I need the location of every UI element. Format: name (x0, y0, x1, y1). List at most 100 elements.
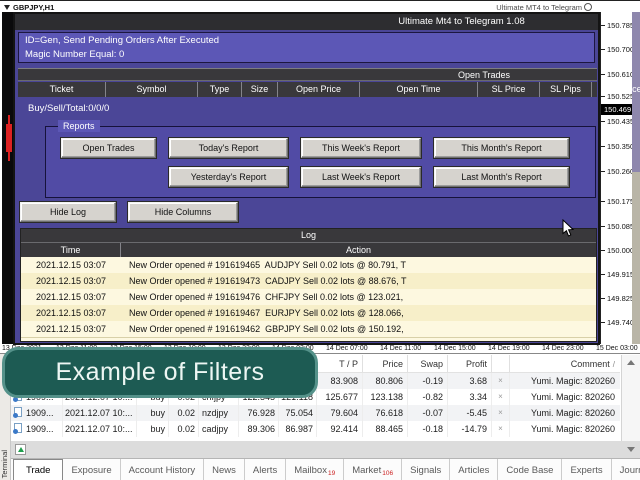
tab-label: Exposure (71, 464, 112, 476)
header-close-spacer (492, 355, 510, 372)
order-sl: 75.054 (279, 405, 317, 421)
ea-info-line1: ID=Gen, Send Pending Orders After Execut… (25, 35, 220, 46)
example-of-filters-badge: Example of Filters (2, 347, 318, 398)
trade-row[interactable]: 1909... 2021.12.07 10:... buy 0.02 nzdjp… (11, 405, 620, 421)
tab-label: News (212, 464, 236, 476)
ea-info-line2: Magic Number Equal: 0 (25, 49, 125, 60)
this-weeks-report-button[interactable]: This Week's Report (300, 137, 422, 159)
close-order-icon[interactable]: × (492, 421, 510, 437)
order-time: 2021.12.07 10:... (63, 421, 137, 437)
reports-legend: Reports (58, 120, 100, 132)
open-trades-header-row: Ticket Symbol Type Size Open Price Open … (18, 82, 640, 97)
close-order-icon[interactable]: × (492, 405, 510, 421)
log-time: 2021.12.15 03:07 (35, 324, 107, 334)
header-swap[interactable]: Swap (408, 355, 448, 372)
tab-experts[interactable]: Experts (562, 459, 612, 480)
log-time: 2021.12.15 03:07 (35, 308, 107, 318)
tab-label: Mailbox (294, 464, 327, 476)
tab-label: Trade (26, 464, 51, 476)
tab-trade[interactable]: Trade (13, 459, 64, 480)
trade-row[interactable]: 1909... 2021.12.07 10:... buy 0.02 cadjp… (11, 421, 620, 437)
scroll-down-button[interactable] (624, 443, 638, 456)
order-document-icon (13, 407, 22, 418)
scroll-up-icon[interactable] (627, 360, 635, 365)
order-number: 1909... (25, 421, 63, 437)
log-action: New Order opened # 191619462 GBPJPY Sell… (129, 324, 404, 334)
terminal-tab-bar: Trade Exposure Account History News Aler… (11, 458, 640, 480)
reports-groupbox: Reports Open Trades Today's Report This … (45, 120, 596, 198)
last-months-report-button[interactable]: Last Month's Report (433, 166, 570, 188)
order-price: 123.138 (363, 389, 408, 405)
tab-code-base[interactable]: Code Base (498, 459, 563, 480)
order-icon-cell (11, 421, 25, 437)
tab-account-history[interactable]: Account History (121, 459, 205, 480)
order-open-price: 89.306 (239, 421, 279, 437)
price-tick: 150.610 (600, 70, 635, 79)
hide-log-button[interactable]: Hide Log (19, 201, 117, 223)
price-tick: 150.260 (600, 167, 635, 176)
header-tp[interactable]: T / P (317, 355, 363, 372)
close-order-icon[interactable]: × (492, 389, 510, 405)
order-comment: Yumi. Magic: 820260 (530, 424, 615, 434)
mt4-window: GBPJPY,H1 Ultimate MT4 to Telegram 150.7… (0, 0, 640, 480)
order-profit: 3.34 (448, 389, 492, 405)
todays-report-button[interactable]: Today's Report (168, 137, 289, 159)
log-col-time: Time (21, 243, 121, 257)
order-tp: 92.414 (317, 421, 363, 437)
open-trades-title-bar: Open Trades (18, 68, 597, 81)
hide-columns-button[interactable]: Hide Columns (127, 201, 239, 223)
tab-articles[interactable]: Articles (450, 459, 499, 480)
time-tick: 14 Dec 15:00 (434, 345, 476, 352)
order-size: 0.02 (169, 421, 199, 437)
log-action: New Order opened # 191619476 CHFJPY Sell… (129, 292, 404, 302)
order-type: buy (137, 421, 169, 437)
header-profit[interactable]: Profit (448, 355, 492, 372)
badge-text: Example of Filters (55, 358, 265, 386)
yesterdays-report-button[interactable]: Yesterday's Report (168, 166, 289, 188)
log-row: 2021.12.15 03:07 New Order opened # 1916… (21, 305, 596, 321)
ea-info-box: ID=Gen, Send Pending Orders After Execut… (18, 32, 595, 63)
log-row: 2021.12.15 03:07 New Order opened # 1916… (21, 289, 596, 305)
time-tick: 14 Dec 11:00 (380, 345, 422, 352)
chart-tab[interactable]: GBPJPY,H1 (4, 3, 54, 12)
scroll-down-icon (627, 447, 635, 452)
mailbox-count-badge: 19 (327, 469, 336, 477)
this-months-report-button[interactable]: This Month's Report (433, 137, 570, 159)
close-order-icon[interactable]: × (492, 373, 510, 389)
tab-exposure[interactable]: Exposure (63, 459, 121, 480)
header-price[interactable]: Price (363, 355, 408, 372)
order-swap: -0.19 (408, 373, 448, 389)
tab-journal[interactable]: Journal (612, 459, 640, 480)
col-tp-price: TP Price (592, 82, 640, 97)
tab-market[interactable]: Market 106 (344, 459, 403, 480)
tab-signals[interactable]: Signals (402, 459, 451, 480)
log-row: 2021.12.15 03:07 New Order opened # 1916… (21, 257, 596, 273)
log-action: New Order opened # 191619473 CADJPY Sell… (129, 276, 407, 286)
ea-corner-text: Ultimate MT4 to Telegram (496, 3, 582, 12)
ea-smiley-icon[interactable] (584, 3, 592, 11)
price-tick: 150.435 (600, 117, 635, 126)
tab-alerts[interactable]: Alerts (245, 459, 287, 480)
col-sl-price: SL Price (478, 82, 540, 97)
tab-mailbox[interactable]: Mailbox 19 (286, 459, 345, 480)
balance-status-icon (15, 444, 26, 455)
chart-tab-label: GBPJPY,H1 (13, 3, 55, 12)
tab-news[interactable]: News (204, 459, 245, 480)
col-sl-pips: SL Pips (540, 82, 592, 97)
terminal-scrollbar[interactable] (621, 355, 640, 441)
log-row: 2021.12.15 03:07 New Order opened # 1916… (21, 321, 596, 337)
mouse-cursor-icon (562, 218, 575, 243)
ea-panel-body: ID=Gen, Send Pending Orders After Execut… (15, 30, 640, 343)
price-tick: 149.740 (600, 318, 635, 327)
log-row-clipped (21, 337, 596, 341)
open-trades-title: Open Trades (458, 70, 511, 80)
tab-label: Signals (410, 464, 442, 476)
last-weeks-report-button[interactable]: Last Week's Report (300, 166, 422, 188)
order-profit: 3.68 (448, 373, 492, 389)
time-tick: 14 Dec 07:00 (326, 345, 368, 352)
order-comment: Yumi. Magic: 820260 (530, 408, 615, 418)
open-trades-button[interactable]: Open Trades (60, 137, 157, 159)
log-table: Log Time Action 2021.12.15 03:07 New Ord… (20, 228, 597, 342)
window-edge-strip (632, 12, 640, 344)
header-comment[interactable]: Comment / (510, 355, 619, 372)
